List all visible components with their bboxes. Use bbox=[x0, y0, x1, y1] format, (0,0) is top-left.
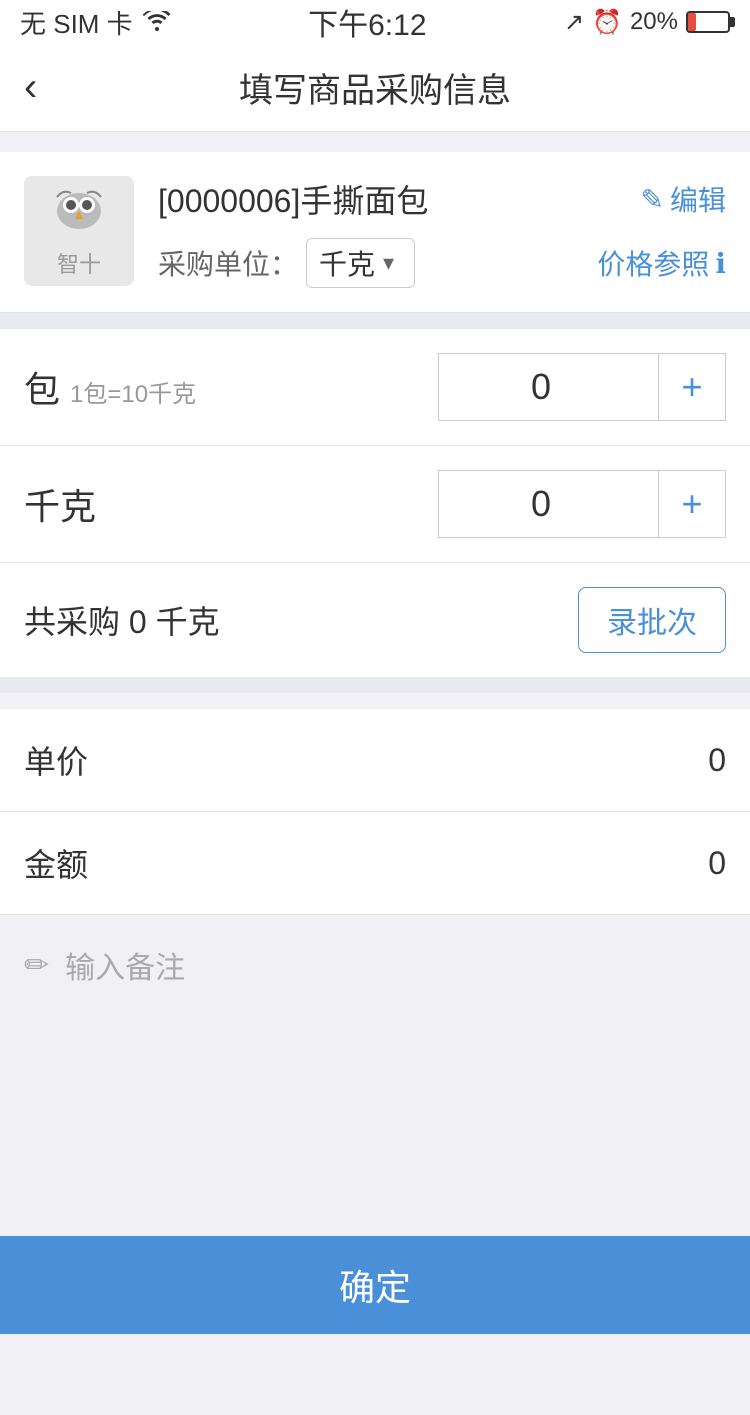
product-name: [0000006]手撕面包 bbox=[158, 176, 428, 222]
page-title: 填写商品采购信息 bbox=[239, 63, 511, 112]
bag-input-row: 包 1包=10千克 + bbox=[0, 329, 750, 446]
bag-number-input[interactable] bbox=[438, 353, 658, 421]
unit-prefix-label: 采购单位： bbox=[158, 243, 298, 283]
summary-text: 共采购 0 千克 bbox=[24, 597, 220, 643]
input-section: 包 1包=10千克 + 千克 + bbox=[0, 329, 750, 563]
dropdown-icon: ▾ bbox=[383, 250, 394, 276]
product-thumbnail: 智十 bbox=[24, 176, 134, 286]
main-content-area bbox=[0, 1015, 750, 1415]
unit-value: 千克 bbox=[319, 243, 375, 283]
unit-price-label: 单价 bbox=[24, 737, 88, 783]
battery-icon bbox=[686, 11, 730, 33]
product-name-row: [0000006]手撕面包 ✎ 编辑 bbox=[158, 176, 726, 222]
amount-label: 金额 bbox=[24, 840, 88, 886]
kg-plus-button[interactable]: + bbox=[658, 470, 726, 538]
summary-row: 共采购 0 千克 录批次 bbox=[0, 563, 750, 677]
edit-icon: ✎ bbox=[641, 183, 664, 216]
notes-section[interactable]: ✏ 输入备注 bbox=[0, 915, 750, 1015]
kg-number-input[interactable] bbox=[438, 470, 658, 538]
price-ref-button[interactable]: 价格参照 ℹ bbox=[597, 243, 726, 283]
bag-plus-button[interactable]: + bbox=[658, 353, 726, 421]
amount-value: 0 bbox=[708, 845, 726, 882]
price-section: 单价 0 金额 0 bbox=[0, 709, 750, 915]
battery-percent: 20% bbox=[630, 8, 678, 36]
unit-select[interactable]: 千克 ▾ bbox=[306, 238, 415, 288]
kg-input-controls: + bbox=[224, 470, 726, 538]
confirm-button[interactable]: 确定 bbox=[0, 1236, 750, 1334]
alarm-icon: ⏰ bbox=[592, 8, 622, 37]
product-info: [0000006]手撕面包 ✎ 编辑 采购单位： 千克 ▾ 价格参照 ℹ bbox=[158, 176, 726, 288]
batch-button[interactable]: 录批次 bbox=[578, 587, 726, 653]
section-divider-1 bbox=[0, 313, 750, 329]
bag-label: 包 bbox=[24, 361, 60, 413]
location-icon: ↗ bbox=[564, 8, 584, 37]
edit-label: 编辑 bbox=[670, 179, 726, 219]
thumbnail-label: 智十 bbox=[57, 247, 101, 279]
bag-input-controls: + bbox=[224, 353, 726, 421]
status-time: 下午6:12 bbox=[308, 0, 426, 44]
kg-label-group: 千克 bbox=[24, 478, 224, 530]
kg-input-row: 千克 + bbox=[0, 446, 750, 563]
unit-row: 采购单位： 千克 ▾ 价格参照 ℹ bbox=[158, 238, 726, 288]
section-divider-2 bbox=[0, 677, 750, 693]
status-left: 无 SIM 卡 bbox=[20, 4, 171, 41]
nav-bar: ‹ 填写商品采购信息 bbox=[0, 44, 750, 132]
kg-label: 千克 bbox=[24, 478, 96, 530]
sim-label: 无 SIM 卡 bbox=[20, 4, 133, 41]
owl-icon bbox=[49, 183, 109, 243]
product-card: 智十 [0000006]手撕面包 ✎ 编辑 采购单位： 千克 ▾ 价格参照 ℹ bbox=[0, 152, 750, 313]
price-ref-icon: ℹ bbox=[715, 247, 726, 280]
bag-sub-label: 1包=10千克 bbox=[70, 374, 196, 409]
unit-price-row: 单价 0 bbox=[0, 709, 750, 812]
bag-label-group: 包 1包=10千克 bbox=[24, 361, 224, 413]
wifi-icon bbox=[143, 7, 171, 38]
pencil-icon: ✏ bbox=[24, 948, 49, 983]
amount-row: 金额 0 bbox=[0, 812, 750, 915]
notes-placeholder: 输入备注 bbox=[65, 943, 185, 987]
status-right: ↗ ⏰ 20% bbox=[564, 8, 730, 37]
unit-price-value: 0 bbox=[708, 742, 726, 779]
edit-button[interactable]: ✎ 编辑 bbox=[641, 179, 726, 219]
status-bar: 无 SIM 卡 下午6:12 ↗ ⏰ 20% bbox=[0, 0, 750, 44]
price-ref-label: 价格参照 bbox=[597, 243, 709, 283]
back-button[interactable]: ‹ bbox=[24, 57, 53, 118]
